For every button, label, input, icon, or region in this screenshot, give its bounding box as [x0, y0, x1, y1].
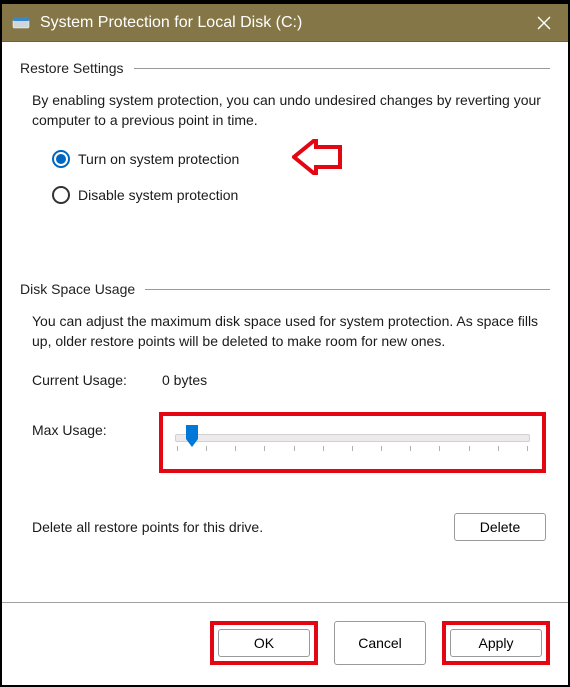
- restore-radio-group: Turn on system protection Disable system…: [32, 149, 546, 206]
- max-usage-row: Max Usage:: [32, 412, 546, 473]
- ok-button[interactable]: OK: [218, 629, 310, 657]
- annotation-highlight-ok: OK: [210, 621, 318, 665]
- disk-icon: [12, 14, 30, 32]
- max-usage-slider[interactable]: [175, 434, 530, 442]
- divider: [134, 68, 551, 69]
- disk-description: You can adjust the maximum disk space us…: [32, 311, 546, 352]
- annotation-highlight-slider: [159, 412, 546, 473]
- radio-on-label: Turn on system protection: [78, 149, 239, 169]
- titlebar: System Protection for Local Disk (C:): [2, 4, 568, 42]
- radio-off-label: Disable system protection: [78, 185, 238, 205]
- max-usage-label: Max Usage:: [32, 412, 159, 440]
- restore-section-body: By enabling system protection, you can u…: [20, 90, 550, 221]
- close-button[interactable]: [520, 4, 568, 42]
- annotation-arrow-icon: [292, 139, 342, 175]
- radio-icon: [52, 186, 70, 204]
- disk-section-header: Disk Space Usage: [20, 281, 550, 297]
- restore-header-label: Restore Settings: [20, 60, 134, 76]
- disk-section-body: You can adjust the maximum disk space us…: [20, 311, 550, 557]
- delete-description: Delete all restore points for this drive…: [32, 517, 263, 537]
- disk-header-label: Disk Space Usage: [20, 281, 145, 297]
- dialog-footer: OK Cancel Apply: [2, 602, 568, 685]
- radio-disable[interactable]: Disable system protection: [52, 185, 546, 205]
- current-usage-label: Current Usage:: [32, 370, 162, 390]
- delete-button[interactable]: Delete: [454, 513, 546, 541]
- delete-row: Delete all restore points for this drive…: [32, 513, 546, 541]
- current-usage-value: 0 bytes: [162, 370, 207, 390]
- radio-icon: [52, 150, 70, 168]
- close-icon: [537, 16, 551, 30]
- cancel-button[interactable]: Cancel: [334, 621, 426, 665]
- current-usage-row: Current Usage: 0 bytes: [32, 370, 546, 390]
- slider-thumb-icon: [184, 425, 200, 449]
- restore-section-header: Restore Settings: [20, 60, 550, 76]
- restore-description: By enabling system protection, you can u…: [32, 90, 546, 131]
- apply-button[interactable]: Apply: [450, 629, 542, 657]
- window-title: System Protection for Local Disk (C:): [40, 14, 520, 32]
- annotation-highlight-apply: Apply: [442, 621, 550, 665]
- slider-ticks: [175, 446, 530, 451]
- divider: [145, 289, 550, 290]
- dialog-content: Restore Settings By enabling system prot…: [2, 42, 568, 602]
- dialog-window: System Protection for Local Disk (C:) Re…: [0, 0, 570, 687]
